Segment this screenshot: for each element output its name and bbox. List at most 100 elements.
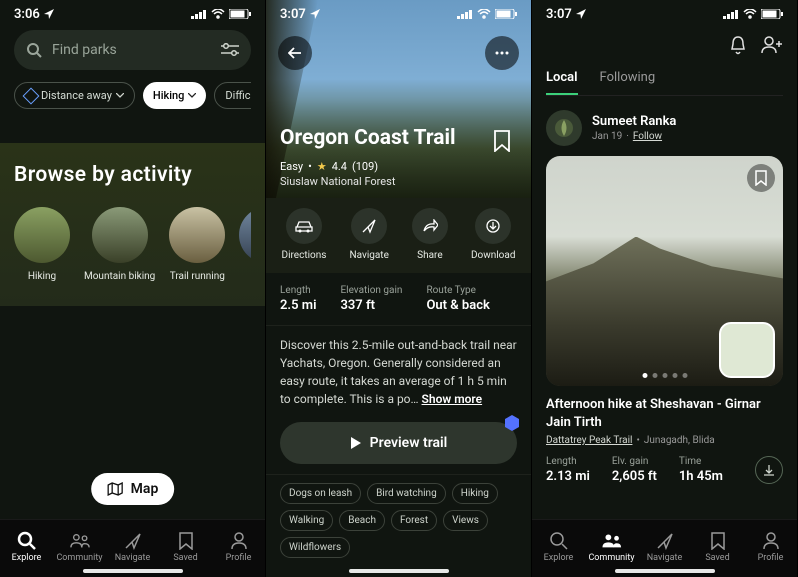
people-filled-icon bbox=[602, 533, 622, 549]
bookmark-button[interactable] bbox=[747, 164, 775, 192]
battery-icon bbox=[761, 9, 783, 19]
tag[interactable]: Bird watching bbox=[367, 483, 446, 504]
navigate-icon bbox=[124, 532, 142, 550]
post-title: Afternoon hike at Sheshavan - Girnar Jai… bbox=[532, 386, 797, 435]
tab-saved[interactable]: Saved bbox=[159, 531, 212, 563]
people-icon bbox=[70, 533, 90, 549]
feed-tab-following[interactable]: Following bbox=[600, 70, 656, 95]
post-stats: Length2.13 mi Elv. gain2,605 ft Time1h 4… bbox=[532, 446, 797, 484]
tab-community[interactable]: Community bbox=[53, 531, 106, 563]
user-name[interactable]: Sumeet Ranka bbox=[592, 114, 676, 129]
status-time: 3:07 bbox=[280, 7, 306, 22]
location-arrow-icon bbox=[310, 9, 320, 19]
tag[interactable]: Walking bbox=[280, 510, 333, 531]
hexagon-icon bbox=[23, 87, 40, 104]
bookmark-button[interactable] bbox=[487, 126, 517, 156]
search-icon bbox=[549, 531, 569, 551]
status-time: 3:06 bbox=[14, 7, 40, 22]
feed-tabs: Local Following bbox=[546, 70, 783, 96]
show-more-link[interactable]: Show more bbox=[422, 392, 483, 406]
map-button[interactable]: Map bbox=[91, 473, 175, 505]
tab-navigate[interactable]: Navigate bbox=[638, 531, 691, 563]
download-icon bbox=[486, 219, 500, 233]
phone-trail-detail: 3:07 Oregon Coast Trail Easy bbox=[266, 0, 532, 577]
map-icon bbox=[107, 482, 123, 496]
top-actions bbox=[546, 30, 783, 60]
home-indicator[interactable] bbox=[83, 569, 183, 573]
tag[interactable]: Beach bbox=[339, 510, 385, 531]
search-placeholder: Find parks bbox=[52, 42, 117, 58]
feed-tab-local[interactable]: Local bbox=[546, 70, 578, 95]
activity-hiking[interactable]: Hiking bbox=[14, 207, 70, 282]
phone-explore: 3:06 Find parks Distance away Hiking bbox=[0, 0, 266, 577]
follow-link[interactable]: Follow bbox=[633, 131, 662, 142]
mini-map[interactable] bbox=[719, 322, 775, 378]
trail-title: Oregon Coast Trail bbox=[280, 126, 456, 150]
battery-icon bbox=[495, 9, 517, 19]
activity-mountain-biking[interactable]: Mountain biking bbox=[84, 207, 155, 282]
search-bold-icon bbox=[17, 531, 37, 551]
tab-explore[interactable]: Explore bbox=[532, 531, 585, 563]
tag[interactable]: Dogs on leash bbox=[280, 483, 361, 504]
person-icon bbox=[763, 532, 779, 550]
navigate-icon bbox=[656, 532, 674, 550]
home-indicator[interactable] bbox=[349, 569, 449, 573]
tab-navigate[interactable]: Navigate bbox=[106, 531, 159, 563]
filter-difficulty[interactable]: Difficulty bbox=[214, 82, 251, 109]
biking-image bbox=[92, 207, 148, 263]
dots-icon bbox=[495, 51, 509, 55]
status-bar: 3:06 bbox=[0, 0, 265, 28]
activity-more[interactable]: B bbox=[239, 207, 251, 282]
signal-icon bbox=[457, 9, 473, 19]
filter-hiking[interactable]: Hiking bbox=[143, 82, 207, 109]
add-user-icon[interactable] bbox=[761, 36, 783, 54]
tab-explore[interactable]: Explore bbox=[0, 531, 53, 563]
action-directions[interactable]: Directions bbox=[282, 208, 327, 261]
browse-heading: Browse by activity bbox=[14, 163, 251, 187]
carousel-dots bbox=[642, 373, 687, 378]
filter-row: Distance away Hiking Difficulty bbox=[14, 82, 251, 109]
trail-meta: Easy • ★ 4.4(109) bbox=[280, 160, 517, 173]
post-header: Sumeet Ranka Jan 19 · Follow bbox=[532, 96, 797, 156]
trail-description: Discover this 2.5-mile out-and-back trai… bbox=[266, 326, 531, 408]
home-indicator[interactable] bbox=[615, 569, 715, 573]
avatar[interactable] bbox=[546, 110, 582, 146]
bookmark-icon bbox=[179, 532, 193, 550]
more-button[interactable] bbox=[485, 36, 519, 70]
tag[interactable]: Forest bbox=[391, 510, 437, 531]
post-image[interactable] bbox=[546, 156, 783, 386]
activity-trail-running[interactable]: Trail running bbox=[169, 207, 225, 282]
tag[interactable]: Wildflowers bbox=[280, 537, 350, 558]
preview-trail-button[interactable]: Preview trail bbox=[280, 422, 517, 464]
search-icon bbox=[26, 42, 42, 58]
trail-link[interactable]: Dattatrey Peak Trail bbox=[546, 435, 632, 446]
status-bar: 3:07 bbox=[532, 0, 797, 28]
status-bar: 3:07 bbox=[266, 0, 531, 28]
hiking-image bbox=[14, 207, 70, 263]
star-icon: ★ bbox=[317, 160, 327, 173]
browse-by-activity: Browse by activity Hiking Mountain bikin… bbox=[0, 143, 265, 306]
navigate-icon bbox=[361, 218, 377, 234]
tab-community[interactable]: Community bbox=[585, 531, 638, 563]
action-download[interactable]: Download bbox=[471, 208, 516, 261]
action-share[interactable]: Share bbox=[412, 208, 448, 261]
search-field[interactable]: Find parks bbox=[14, 30, 251, 70]
forest-name: Siuslaw National Forest bbox=[280, 175, 517, 188]
tab-profile[interactable]: Profile bbox=[212, 531, 265, 563]
trail-hero: 3:07 Oregon Coast Trail Easy bbox=[266, 0, 531, 198]
download-button[interactable] bbox=[755, 456, 783, 484]
filter-distance[interactable]: Distance away bbox=[14, 82, 135, 109]
back-button[interactable] bbox=[278, 36, 312, 70]
post-date: Jan 19 bbox=[592, 131, 622, 142]
bell-icon[interactable] bbox=[729, 35, 747, 55]
sliders-icon[interactable] bbox=[221, 43, 239, 57]
bookmark-icon bbox=[711, 532, 725, 550]
tag[interactable]: Hiking bbox=[452, 483, 498, 504]
location-arrow-icon bbox=[44, 9, 54, 19]
tag[interactable]: Views bbox=[443, 510, 488, 531]
status-time: 3:07 bbox=[546, 7, 572, 22]
action-navigate[interactable]: Navigate bbox=[349, 208, 388, 261]
tab-saved[interactable]: Saved bbox=[691, 531, 744, 563]
tab-profile[interactable]: Profile bbox=[744, 531, 797, 563]
download-icon bbox=[763, 464, 775, 476]
